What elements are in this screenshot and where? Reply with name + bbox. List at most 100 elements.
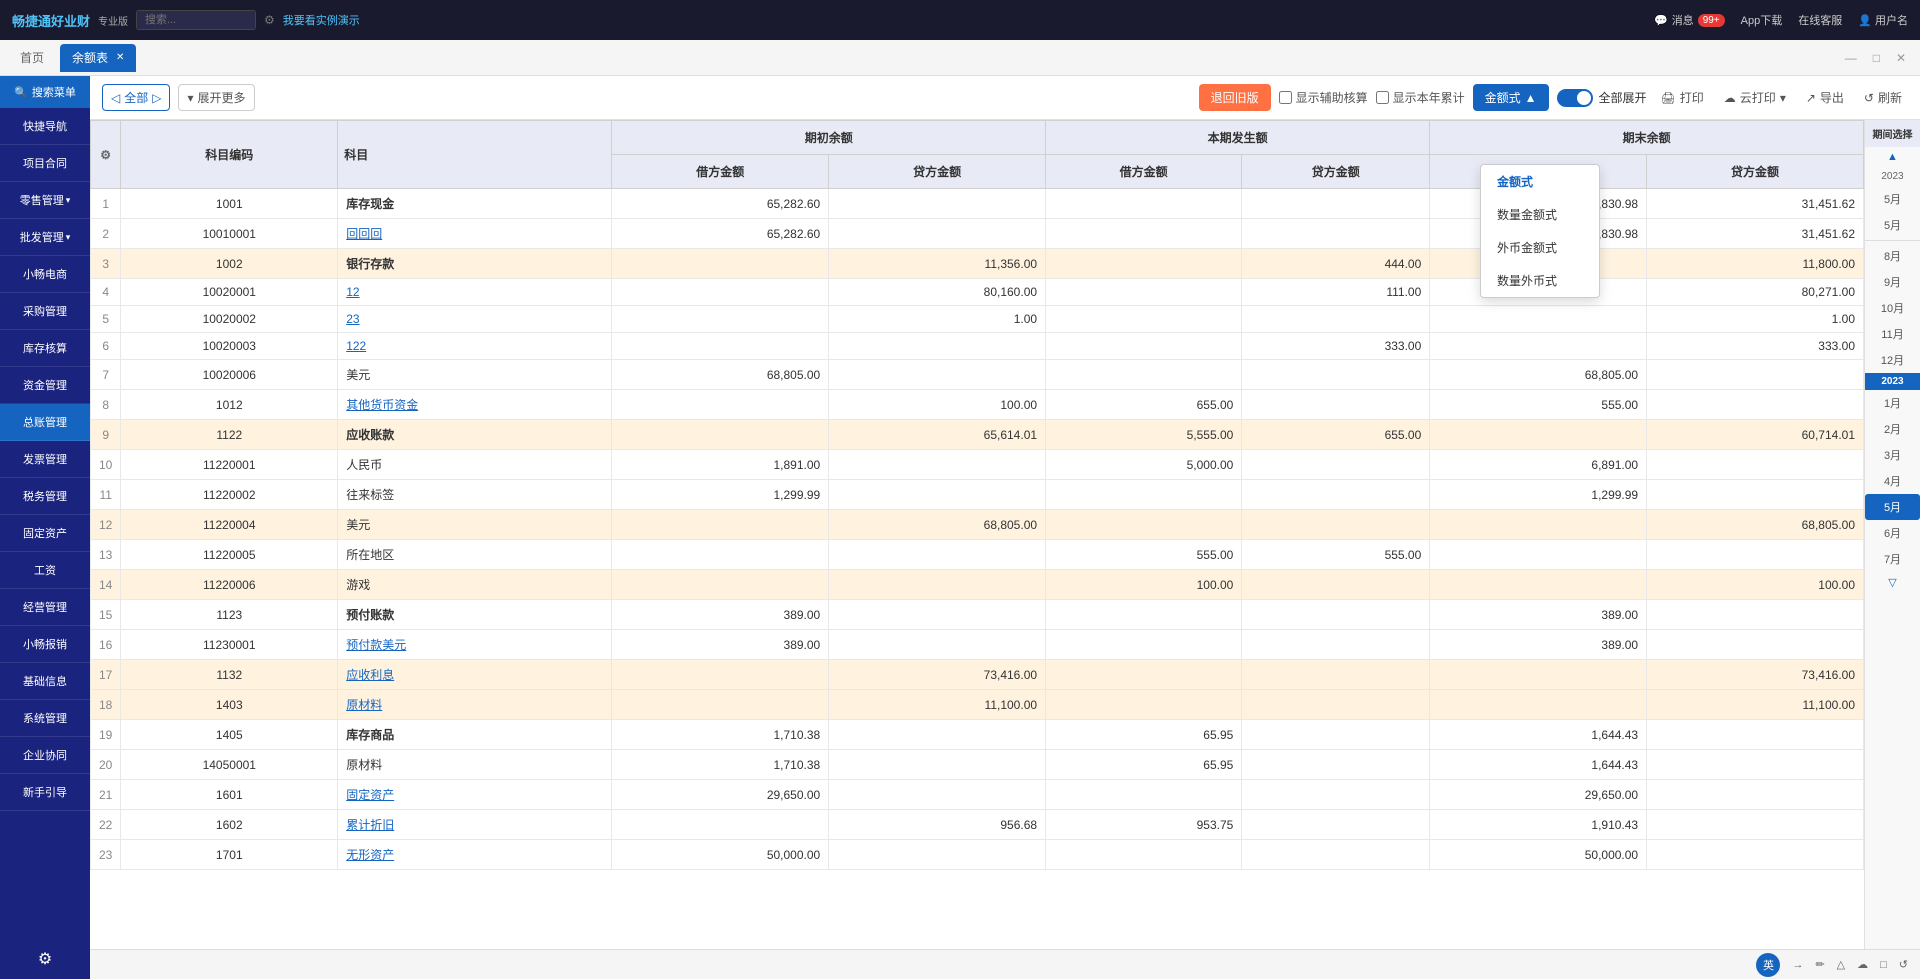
bottom-icon-4[interactable]: ☁ [1857, 958, 1868, 971]
sidebar-search[interactable]: 🔍 搜索菜单 [0, 76, 90, 108]
cloud-print-btn[interactable]: ☁ 云打印 ▾ [1718, 85, 1792, 110]
row-name: 美元 [338, 510, 612, 540]
row-name[interactable]: 无形资产 [338, 840, 612, 870]
sidebar-item-invoice[interactable]: 发票管理 [0, 441, 90, 478]
bottom-icon-3[interactable]: △ [1837, 958, 1845, 971]
filter-all-btn[interactable]: ◁ 全部 ▷ [102, 84, 170, 111]
sidebar-item-tax[interactable]: 税务管理 [0, 478, 90, 515]
date-month-4[interactable]: 4月 [1865, 468, 1920, 494]
row-period-debit [1046, 660, 1242, 690]
sidebar-item-wholesale[interactable]: 批发管理 ▾ [0, 219, 90, 256]
row-open-credit [829, 219, 1046, 249]
row-name[interactable]: 应收利息 [338, 660, 612, 690]
sidebar-item-ledger[interactable]: 总账管理 [0, 404, 90, 441]
row-name[interactable]: 累计折旧 [338, 810, 612, 840]
sidebar-item-basic[interactable]: 基础信息 [0, 663, 90, 700]
row-index: 22 [91, 810, 121, 840]
row-name[interactable]: 122 [338, 333, 612, 360]
date-nav-down[interactable]: ▽ [1865, 572, 1920, 593]
sidebar-item-ecommerce[interactable]: 小畅电商 [0, 256, 90, 293]
back-to-old-btn[interactable]: 退回旧版 [1199, 84, 1271, 111]
tab-minimize-icon[interactable]: — [1839, 49, 1863, 67]
demo-link[interactable]: 我要看实例演示 [283, 12, 360, 28]
show-ytd-check-label[interactable]: 显示本年累计 [1376, 89, 1465, 106]
tab-close-window-icon[interactable]: ✕ [1890, 49, 1912, 67]
sidebar-item-inventory[interactable]: 库存核算 [0, 330, 90, 367]
date-month-6[interactable]: 6月 [1865, 520, 1920, 546]
row-name[interactable]: 原材料 [338, 690, 612, 720]
user-avatar[interactable]: 👤 用户名 [1858, 12, 1908, 28]
date-nav-up[interactable]: ▲ [1865, 147, 1920, 167]
bottom-lang-btn[interactable]: 英 [1756, 953, 1780, 977]
message-btn[interactable]: 💬 消息 99+ [1654, 12, 1725, 28]
bottom-icon-5[interactable]: □ [1880, 959, 1887, 971]
dropdown-item-foreign-amount[interactable]: 外币金额式 [1481, 231, 1599, 264]
row-period-credit [1242, 720, 1430, 750]
dropdown-item-amount[interactable]: 金额式 [1481, 165, 1599, 198]
top-search-input[interactable] [136, 10, 256, 30]
date-month-5-top2[interactable]: 5月 [1865, 212, 1920, 238]
row-close-debit: 1,910.43 [1430, 810, 1647, 840]
sidebar-item-guide[interactable]: 新手引导 [0, 774, 90, 811]
toggle-control[interactable] [1557, 89, 1593, 107]
row-name[interactable]: 其他货币资金 [338, 390, 612, 420]
row-open-debit: 65,282.60 [612, 189, 829, 219]
date-month-5-top1[interactable]: 5月 [1865, 186, 1920, 212]
sidebar-item-system[interactable]: 系统管理 [0, 700, 90, 737]
date-year-2023-top: 2023 [1865, 167, 1920, 186]
sidebar-item-capital[interactable]: 资金管理 [0, 367, 90, 404]
sidebar-item-ops[interactable]: 经营管理 [0, 589, 90, 626]
date-month-10[interactable]: 10月 [1865, 295, 1920, 321]
app-download-btn[interactable]: App下载 [1741, 12, 1783, 28]
row-name[interactable]: 23 [338, 306, 612, 333]
sidebar-item-payroll[interactable]: 工资 [0, 552, 90, 589]
online-service-btn[interactable]: 在线客服 [1798, 12, 1842, 28]
show-aux-check-label[interactable]: 显示辅助核算 [1279, 89, 1368, 106]
sidebar-item-retail[interactable]: 零售管理 ▾ [0, 182, 90, 219]
tab-maximize-icon[interactable]: □ [1867, 49, 1886, 67]
date-month-7[interactable]: 7月 [1865, 546, 1920, 572]
date-month-1[interactable]: 1月 [1865, 390, 1920, 416]
row-name[interactable]: 预付款美元 [338, 630, 612, 660]
col-code-header: 科目编码 [121, 121, 338, 189]
export-btn[interactable]: ↗ 导出 [1800, 85, 1850, 110]
date-month-8[interactable]: 8月 [1865, 243, 1920, 269]
show-aux-checkbox[interactable] [1279, 91, 1292, 104]
col-close-credit-header: 贷方金额 [1647, 155, 1864, 189]
date-month-9[interactable]: 9月 [1865, 269, 1920, 295]
sidebar-item-project[interactable]: 项目合同 [0, 145, 90, 182]
row-open-credit [829, 480, 1046, 510]
table-row: 14 11220006 游戏 100.00 100.00 [91, 570, 1864, 600]
sidebar-item-quick-nav[interactable]: 快捷导航 [0, 108, 90, 145]
tab-close-icon[interactable]: ✕ [116, 52, 124, 63]
print-btn[interactable]: 🖨 打印 [1655, 85, 1710, 110]
sidebar-item-assets[interactable]: 固定资产 [0, 515, 90, 552]
row-name[interactable]: 回回回 [338, 219, 612, 249]
refresh-btn[interactable]: ↺ 刷新 [1858, 85, 1908, 110]
row-name[interactable]: 固定资产 [338, 780, 612, 810]
sidebar-item-coop[interactable]: 企业协同 [0, 737, 90, 774]
date-month-5-active[interactable]: 5月 [1865, 494, 1920, 520]
top-settings-icon[interactable]: ⚙ [264, 13, 275, 27]
bottom-icon-6[interactable]: ↺ [1899, 958, 1908, 971]
row-name[interactable]: 12 [338, 279, 612, 306]
table-settings-icon[interactable]: ⚙ [100, 148, 111, 162]
bottom-icon-2[interactable]: ✏ [1815, 958, 1824, 971]
sidebar-item-sales[interactable]: 小畅报销 [0, 626, 90, 663]
amount-style-btn[interactable]: 金额式 ▲ [1473, 84, 1549, 111]
date-month-3[interactable]: 3月 [1865, 442, 1920, 468]
date-month-12[interactable]: 12月 [1865, 347, 1920, 373]
expand-more-btn[interactable]: ▾ 展开更多 [178, 84, 254, 111]
bottom-icon-1[interactable]: → [1792, 959, 1803, 971]
date-month-2[interactable]: 2月 [1865, 416, 1920, 442]
tab-home[interactable]: 首页 [8, 44, 56, 72]
dropdown-item-qty-foreign[interactable]: 数量外币式 [1481, 264, 1599, 297]
row-index: 6 [91, 333, 121, 360]
expand-all-toggle[interactable]: 全部展开 [1557, 89, 1647, 107]
sidebar-settings-icon[interactable]: ⚙ [38, 949, 52, 969]
tab-balance[interactable]: 余额表 ✕ [60, 44, 136, 72]
date-month-11[interactable]: 11月 [1865, 321, 1920, 347]
sidebar-item-purchase[interactable]: 采购管理 [0, 293, 90, 330]
show-ytd-checkbox[interactable] [1376, 91, 1389, 104]
dropdown-item-qty-amount[interactable]: 数量金额式 [1481, 198, 1599, 231]
